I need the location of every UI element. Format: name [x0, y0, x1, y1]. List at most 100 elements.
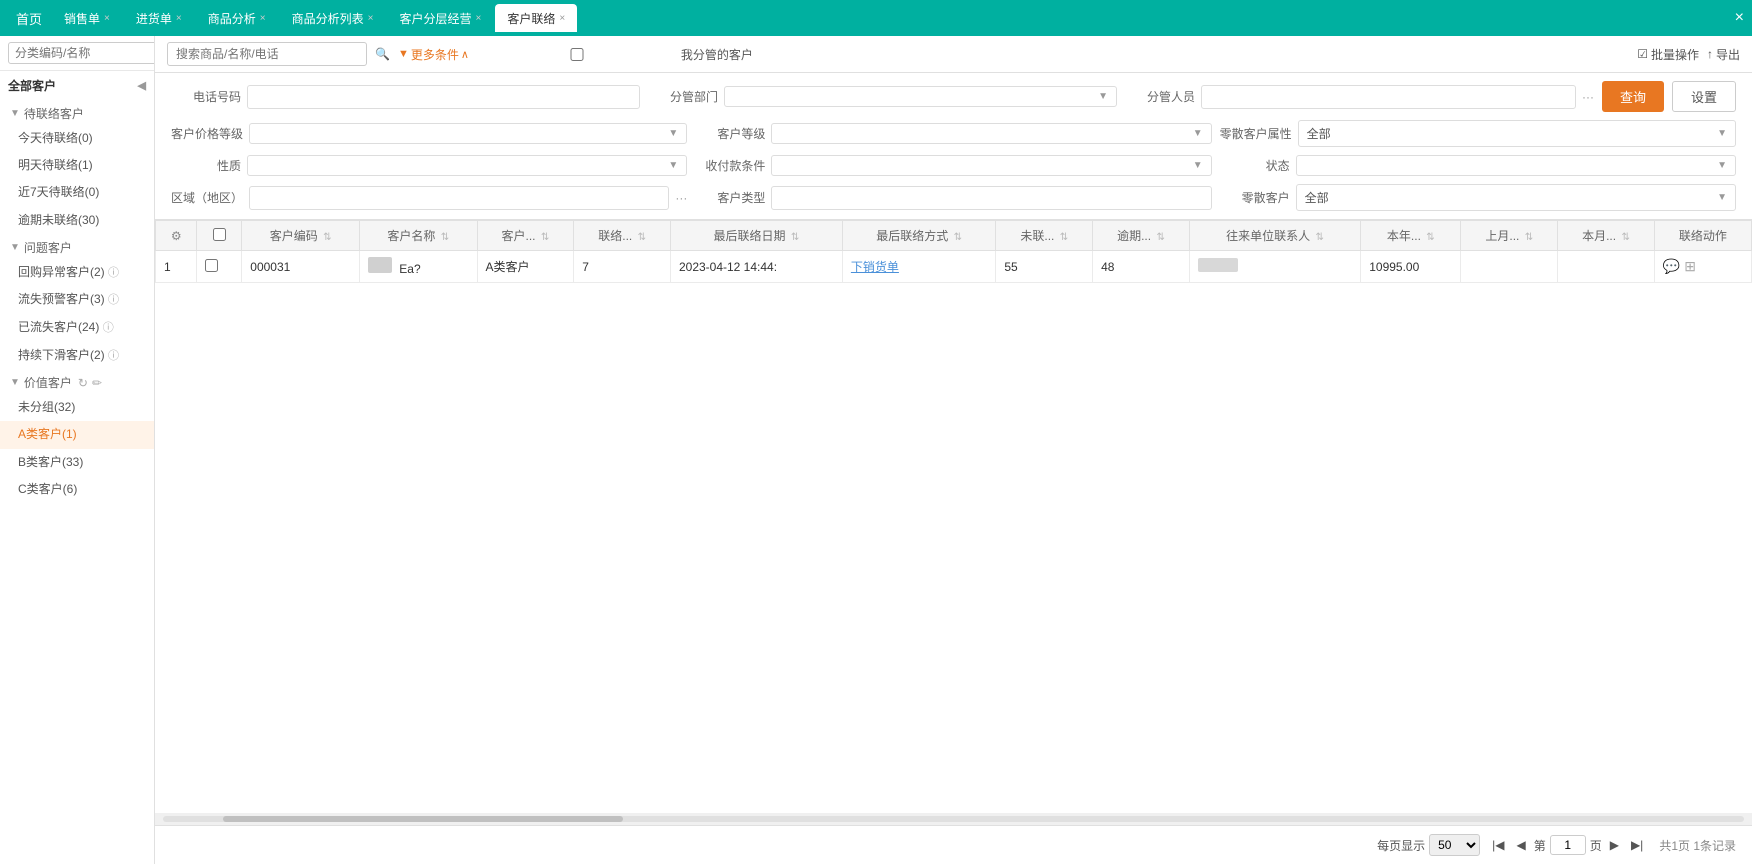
- edit-icon[interactable]: ✏: [92, 376, 102, 390]
- customer-level-select[interactable]: ▼: [771, 123, 1211, 144]
- col-action: 联络动作: [1654, 221, 1751, 251]
- close-analysis-tab[interactable]: ×: [260, 13, 266, 24]
- filter-dept: 分管部门 ▼: [648, 86, 1117, 107]
- sidebar-item-declining[interactable]: 持续下滑客户(2) ⓘ: [0, 342, 154, 370]
- per-page-select[interactable]: 50 20 100: [1429, 834, 1480, 856]
- sort-contact-person-icon: ⇅: [1316, 232, 1324, 243]
- sidebar-item-churned[interactable]: 已流失客户(24) ⓘ: [0, 314, 154, 342]
- query-button[interactable]: 查询: [1602, 81, 1664, 112]
- select-all-checkbox[interactable]: [213, 228, 226, 241]
- page-number-input[interactable]: [1550, 835, 1586, 855]
- nav-tab-customer-contact[interactable]: 客户联络 ×: [495, 4, 577, 32]
- sort-this-month-icon: ⇅: [1621, 232, 1629, 243]
- filter-manager: 分管人员 ···: [1125, 85, 1594, 109]
- phone-input[interactable]: [247, 85, 640, 109]
- region-dots[interactable]: ···: [675, 191, 687, 205]
- region-input[interactable]: [249, 186, 669, 210]
- next-page-button[interactable]: ▶: [1606, 836, 1623, 854]
- col-code[interactable]: 客户编码 ⇅: [242, 221, 360, 251]
- sidebar-item-class-b[interactable]: B类客户(33): [0, 449, 154, 476]
- horizontal-scrollbar[interactable]: [155, 813, 1752, 825]
- close-purchase-tab[interactable]: ×: [176, 13, 182, 24]
- prev-page-button[interactable]: ◀: [1512, 836, 1529, 854]
- sidebar-item-7days[interactable]: 近7天待联络(0): [0, 179, 154, 206]
- message-action-icon[interactable]: 💬: [1663, 258, 1680, 275]
- last-method-link[interactable]: 下销货单: [851, 260, 899, 274]
- sidebar-item-overdue[interactable]: 逾期未联络(30): [0, 207, 154, 234]
- scrollbar-thumb[interactable]: [223, 816, 623, 822]
- sidebar-item-churn-warning[interactable]: 流失预警客户(3) ⓘ: [0, 286, 154, 314]
- nature-select[interactable]: ▼: [247, 155, 687, 176]
- nav-tab-analysis[interactable]: 商品分析 ×: [196, 4, 278, 32]
- col-last-month[interactable]: 上月... ⇅: [1461, 221, 1558, 251]
- nav-tab-purchase[interactable]: 进货单 ×: [124, 4, 194, 32]
- manager-input[interactable]: [1201, 85, 1576, 109]
- col-level[interactable]: 客户... ⇅: [477, 221, 574, 251]
- nav-tab-sales[interactable]: 销售单 ×: [52, 4, 122, 32]
- refresh-icon[interactable]: ↻: [78, 376, 88, 390]
- col-overdue[interactable]: 逾期... ⇅: [1093, 221, 1190, 251]
- status-select[interactable]: ▼: [1296, 155, 1736, 176]
- close-sales-tab[interactable]: ×: [104, 13, 110, 24]
- sidebar-all-customers-header[interactable]: 全部客户 ◀: [0, 71, 154, 100]
- last-page-button[interactable]: ▶|: [1627, 836, 1647, 854]
- sidebar-search-input[interactable]: [8, 42, 155, 64]
- cell-last-method[interactable]: 下销货单: [842, 251, 995, 283]
- sidebar-item-class-c[interactable]: C类客户(6): [0, 476, 154, 503]
- sidebar-group-value[interactable]: ▼ 价值客户 ↻ ✏: [0, 369, 154, 394]
- col-last-method[interactable]: 最后联络方式 ⇅: [842, 221, 995, 251]
- col-this-year[interactable]: 本年... ⇅: [1361, 221, 1461, 251]
- row-checkbox[interactable]: [205, 259, 218, 272]
- col-this-month[interactable]: 本月... ⇅: [1558, 221, 1655, 251]
- col-contact-person[interactable]: 往来单位联系人 ⇅: [1189, 221, 1360, 251]
- retail-attr-arrow: ▼: [1717, 128, 1727, 139]
- search-input[interactable]: [167, 42, 367, 66]
- pagination-bar: 每页显示 50 20 100 |◀ ◀ 第 页 ▶ ▶| 共1页 1条记录: [155, 825, 1752, 864]
- nav-home[interactable]: 首页: [8, 9, 50, 28]
- filter-search-icon[interactable]: 🔍: [375, 47, 390, 61]
- adv-filter-panel: 电话号码 分管部门 ▼ 分管人员 ··· 查询 设置: [155, 73, 1752, 220]
- col-last-date[interactable]: 最后联络日期 ⇅: [670, 221, 842, 251]
- window-close-button[interactable]: ×: [1735, 9, 1744, 27]
- sidebar-group-problem[interactable]: ▼ 问题客户: [0, 234, 154, 259]
- nav-tab-customer-mgmt[interactable]: 客户分层经营 ×: [387, 4, 493, 32]
- nature-arrow: ▼: [668, 160, 678, 171]
- export-button[interactable]: ↑ 导出: [1707, 46, 1740, 63]
- sidebar-item-unclassified[interactable]: 未分组(32): [0, 394, 154, 421]
- col-contact[interactable]: 联络... ⇅: [574, 221, 671, 251]
- cell-index: 1: [156, 251, 197, 283]
- sidebar-search-bar: 🔍: [0, 36, 154, 71]
- first-page-button[interactable]: |◀: [1488, 836, 1508, 854]
- setting-button[interactable]: 设置: [1672, 81, 1736, 112]
- price-level-select[interactable]: ▼: [249, 123, 687, 144]
- close-customer-mgmt-tab[interactable]: ×: [475, 13, 481, 24]
- nav-tab-analysis-list[interactable]: 商品分析列表 ×: [280, 4, 386, 32]
- sidebar-item-today[interactable]: 今天待联络(0): [0, 125, 154, 152]
- main-layout: 🔍 全部客户 ◀ ▼ 待联络客户 今天待联络(0) 明天待联络(1) 近7天待联…: [0, 36, 1752, 864]
- col-gear[interactable]: ⚙: [156, 221, 197, 251]
- close-analysis-list-tab[interactable]: ×: [368, 13, 374, 24]
- more-filters-button[interactable]: ▼ 更多条件 ∧: [398, 46, 469, 63]
- customer-type-input[interactable]: [771, 186, 1211, 210]
- batch-op-button[interactable]: ☑ 批量操作: [1637, 46, 1699, 63]
- manager-dots[interactable]: ···: [1582, 90, 1594, 104]
- col-uncontact[interactable]: 未联... ⇅: [996, 221, 1093, 251]
- sidebar-collapse-icon[interactable]: ◀: [138, 79, 146, 92]
- payment-select[interactable]: ▼: [771, 155, 1211, 176]
- cell-checkbox[interactable]: [197, 251, 242, 283]
- retail-customer-select[interactable]: 全部 ▼: [1296, 184, 1736, 211]
- grid-action-icon[interactable]: ⊞: [1684, 258, 1696, 275]
- close-customer-contact-tab[interactable]: ×: [559, 13, 565, 24]
- filter-actions: ☑ 批量操作 ↑ 导出: [1637, 46, 1740, 63]
- sidebar-item-repurchase-abnormal[interactable]: 回购异常客户(2) ⓘ: [0, 259, 154, 287]
- sort-overdue-icon: ⇅: [1156, 232, 1164, 243]
- sidebar-item-tomorrow[interactable]: 明天待联络(1): [0, 152, 154, 179]
- retail-attr-select[interactable]: 全部 ▼: [1298, 120, 1736, 147]
- sidebar-item-class-a[interactable]: A类客户(1): [0, 421, 154, 448]
- settings-icon[interactable]: ⚙: [171, 229, 182, 243]
- sidebar-group-pending[interactable]: ▼ 待联络客户: [0, 100, 154, 125]
- my-customers-check[interactable]: [477, 48, 677, 61]
- my-customers-checkbox[interactable]: 我分管的客户: [477, 46, 753, 63]
- col-name[interactable]: 客户名称 ⇅: [359, 221, 477, 251]
- dept-select[interactable]: ▼: [724, 86, 1117, 107]
